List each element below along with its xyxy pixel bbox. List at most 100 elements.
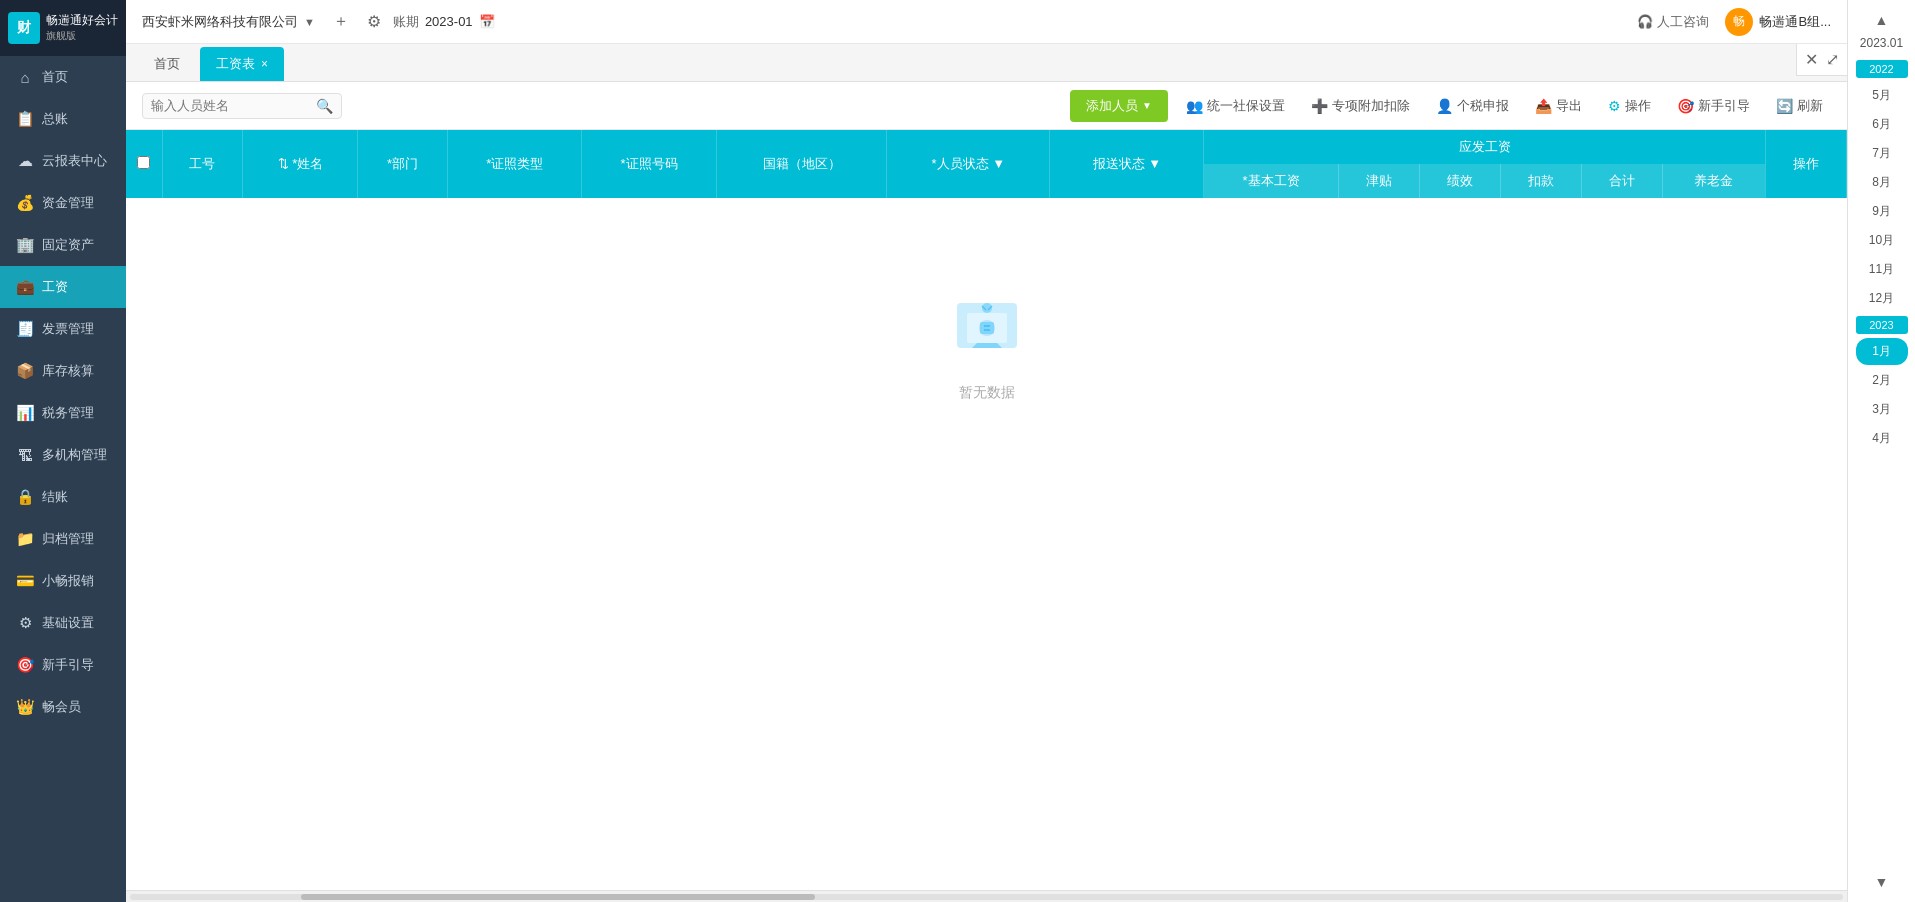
- th-name[interactable]: ⇅ *姓名: [243, 130, 358, 198]
- add-person-button[interactable]: 添加人员 ▼: [1070, 90, 1168, 122]
- month-item-2022-06[interactable]: 6月: [1856, 111, 1908, 138]
- search-wrap: 🔍: [142, 93, 342, 119]
- inventory-icon: 📦: [16, 362, 34, 380]
- sidebar-item-new-guide[interactable]: 🎯 新手引导: [0, 644, 126, 686]
- dropdown-arrow-icon: ▼: [1142, 100, 1152, 111]
- toolbar-action-refresh[interactable]: 🔄 刷新: [1768, 93, 1831, 119]
- th-id-type: *证照类型: [447, 130, 581, 198]
- close-period-icon: 🔒: [16, 488, 34, 506]
- th-deduction: 扣款: [1500, 164, 1581, 198]
- settings-icon[interactable]: ⚙: [367, 12, 381, 31]
- fixed-assets-icon: 🏢: [16, 236, 34, 254]
- headset-icon: 🎧: [1637, 14, 1653, 29]
- sidebar-item-member[interactable]: 👑 畅会员: [0, 686, 126, 728]
- ledger-icon: 📋: [16, 110, 34, 128]
- select-all-checkbox[interactable]: [137, 156, 150, 169]
- sidebar-label-member: 畅会员: [42, 698, 81, 716]
- export-icon: 📤: [1535, 98, 1552, 114]
- sidebar-item-cloud-report[interactable]: ☁ 云报表中心: [0, 140, 126, 182]
- toolbar-action-label-special-deduction: 专项附加扣除: [1332, 97, 1410, 115]
- toolbar-action-operations[interactable]: ⚙ 操作: [1600, 93, 1659, 119]
- period-value: 2023-01: [425, 14, 473, 29]
- toolbar-action-label-new-guide: 新手引导: [1698, 97, 1750, 115]
- month-item-2022-07[interactable]: 7月: [1856, 140, 1908, 167]
- sidebar-label-salary: 工资: [42, 278, 68, 296]
- toolbar-action-special-deduction[interactable]: ➕ 专项附加扣除: [1303, 93, 1418, 119]
- app-logo[interactable]: 财 畅遄通好会计 旗舰版: [0, 0, 126, 56]
- sidebar-item-ledger[interactable]: 📋 总账: [0, 98, 126, 140]
- company-name: 西安虾米网络科技有限公司: [142, 13, 298, 31]
- th-number: 工号: [162, 130, 243, 198]
- sidebar-item-multi-org[interactable]: 🏗 多机构管理: [0, 434, 126, 476]
- tab-salary-table[interactable]: 工资表×: [200, 47, 284, 81]
- th-operations: 操作: [1765, 130, 1846, 198]
- sidebar-item-basic-settings[interactable]: ⚙ 基础设置: [0, 602, 126, 644]
- member-icon: 👑: [16, 698, 34, 716]
- user-menu[interactable]: 畅 畅遄通B组...: [1725, 8, 1831, 36]
- th-allowance: 津贴: [1338, 164, 1419, 198]
- month-list: 2022 5月6月7月8月9月10月11月12月 2023 1月2月3月4月: [1848, 58, 1915, 870]
- sidebar-item-archive[interactable]: 📁 归档管理: [0, 518, 126, 560]
- month-item-2022-08[interactable]: 8月: [1856, 169, 1908, 196]
- calendar-icon[interactable]: 📅: [479, 14, 495, 29]
- sidebar-label-inventory: 库存核算: [42, 362, 94, 380]
- toolbar-action-personal-tax[interactable]: 👤 个税申报: [1428, 93, 1517, 119]
- sidebar-item-salary[interactable]: 💼 工资: [0, 266, 126, 308]
- month-item-2023-03[interactable]: 3月: [1856, 396, 1908, 423]
- header-right: 🎧 人工咨询 畅 畅遄通B组...: [1637, 8, 1831, 36]
- th-report-status[interactable]: 报送状态 ▼: [1050, 130, 1204, 198]
- month-item-2023-01[interactable]: 1月: [1856, 338, 1908, 365]
- month-item-2022-11[interactable]: 11月: [1856, 256, 1908, 283]
- archive-icon: 📁: [16, 530, 34, 548]
- sidebar-label-expense: 小畅报销: [42, 572, 94, 590]
- company-selector[interactable]: 西安虾米网络科技有限公司 ▼: [142, 13, 315, 31]
- header-period: 账期 2023-01 📅: [393, 13, 495, 31]
- search-icon: 🔍: [316, 98, 333, 114]
- month-item-2023-02[interactable]: 2月: [1856, 367, 1908, 394]
- sidebar-item-fund[interactable]: 💰 资金管理: [0, 182, 126, 224]
- sidebar-item-home[interactable]: ⌂ 首页: [0, 56, 126, 98]
- tab-close-salary-table[interactable]: ×: [261, 57, 268, 71]
- sidebar-item-fixed-assets[interactable]: 🏢 固定资产: [0, 224, 126, 266]
- sidebar-label-archive: 归档管理: [42, 530, 94, 548]
- new-guide-icon: 🎯: [16, 656, 34, 674]
- th-id-number: *证照号码: [582, 130, 716, 198]
- add-company-button[interactable]: ＋: [327, 9, 355, 34]
- th-basic: *基本工资: [1204, 164, 1338, 198]
- year-label-2023: 2023: [1856, 316, 1908, 334]
- home-icon: ⌂: [16, 69, 34, 86]
- month-item-2022-10[interactable]: 10月: [1856, 227, 1908, 254]
- tab-home[interactable]: 首页: [138, 47, 196, 81]
- sidebar-item-close-period[interactable]: 🔒 结账: [0, 476, 126, 518]
- main-area: 西安虾米网络科技有限公司 ▼ ＋ ⚙ 账期 2023-01 📅 🎧 人工咨询 畅…: [126, 0, 1847, 902]
- sidebar-label-fund: 资金管理: [42, 194, 94, 212]
- th-status[interactable]: *人员状态 ▼: [887, 130, 1050, 198]
- toolbar-action-export[interactable]: 📤 导出: [1527, 93, 1590, 119]
- panel-nav-down-button[interactable]: ▼: [1870, 870, 1894, 894]
- search-input[interactable]: [151, 98, 310, 113]
- sidebar-item-tax[interactable]: 📊 税务管理: [0, 392, 126, 434]
- toolbar-action-new-guide[interactable]: 🎯 新手引导: [1669, 93, 1758, 119]
- month-item-2022-12[interactable]: 12月: [1856, 285, 1908, 312]
- service-button[interactable]: 🎧 人工咨询: [1637, 13, 1709, 31]
- cloud-report-icon: ☁: [16, 152, 34, 170]
- month-item-2023-04[interactable]: 4月: [1856, 425, 1908, 452]
- horizontal-scrollbar[interactable]: [126, 890, 1847, 902]
- toolbar-action-social-security[interactable]: 👥 统一社保设置: [1178, 93, 1293, 119]
- sidebar-item-inventory[interactable]: 📦 库存核算: [0, 350, 126, 392]
- th-salary-group: 应发工资: [1204, 130, 1766, 164]
- sidebar-label-fixed-assets: 固定资产: [42, 236, 94, 254]
- sidebar-label-invoice: 发票管理: [42, 320, 94, 338]
- right-panel: ✕ ⤢ ▲ 2023.01 20225月6月7月8月9月10月11月12月202…: [1847, 0, 1915, 902]
- month-item-2022-09[interactable]: 9月: [1856, 198, 1908, 225]
- year-label-2022: 2022: [1856, 60, 1908, 78]
- toolbar-action-label-export: 导出: [1556, 97, 1582, 115]
- refresh-icon: 🔄: [1776, 98, 1793, 114]
- sidebar-item-invoice[interactable]: 🧾 发票管理: [0, 308, 126, 350]
- sidebar-item-expense[interactable]: 💳 小畅报销: [0, 560, 126, 602]
- personal-tax-icon: 👤: [1436, 98, 1453, 114]
- logo-text: 畅遄通好会计: [46, 13, 118, 29]
- th-performance: 绩效: [1419, 164, 1500, 198]
- panel-nav-up-button[interactable]: ▲: [1870, 8, 1894, 32]
- month-item-2022-05[interactable]: 5月: [1856, 82, 1908, 109]
